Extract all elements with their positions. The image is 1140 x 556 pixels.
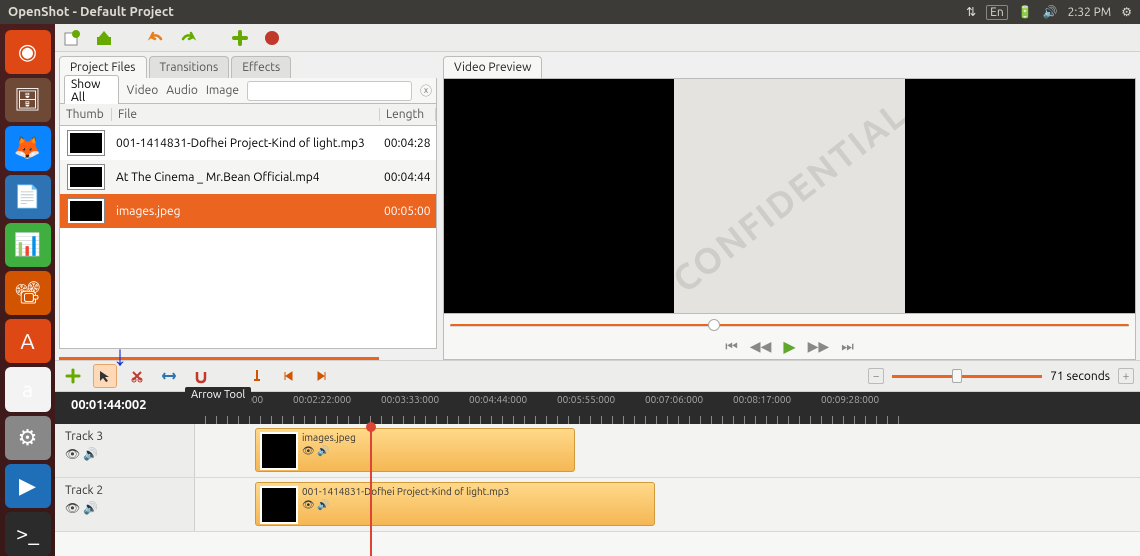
ruler-mark: 00:05:55:000 <box>557 394 615 405</box>
file-length: 00:04:28 <box>380 137 436 150</box>
ruler-mark: 00:07:06:000 <box>645 394 703 405</box>
col-file[interactable]: File <box>112 108 380 121</box>
clip-name: images.jpeg <box>302 432 356 443</box>
file-row[interactable]: At The Cinema _ Mr.Bean Official.mp400:0… <box>60 160 436 194</box>
razor-tool-button[interactable] <box>125 364 149 388</box>
window-title: OpenShot - Default Project <box>8 5 174 19</box>
ruler-mark: 00:03:33:000 <box>381 394 439 405</box>
zoom-out-button[interactable]: − <box>868 368 884 384</box>
track-toggles[interactable]: 👁 🔊 <box>65 501 184 515</box>
step-back-button[interactable]: ◀◀ <box>750 338 772 355</box>
jump-start-button[interactable]: ⏮ <box>725 338 738 355</box>
tab-transitions[interactable]: Transitions <box>149 56 230 78</box>
col-thumb[interactable]: Thumb <box>60 108 112 121</box>
play-button[interactable]: ▶ <box>783 337 795 356</box>
track-name: Track 3 <box>65 430 184 443</box>
filter-video[interactable]: Video <box>127 84 159 97</box>
file-name: At The Cinema _ Mr.Bean Official.mp4 <box>112 171 380 184</box>
clip[interactable]: images.jpeg👁 🔊 <box>255 428 575 472</box>
undo-button[interactable] <box>145 27 167 49</box>
timeline: 00:01:44:002 00:01:11:00000:02:22:00000:… <box>55 392 1140 556</box>
record-button[interactable] <box>261 27 283 49</box>
track-name: Track 2 <box>65 484 184 497</box>
marker-button[interactable] <box>245 364 269 388</box>
clip[interactable]: 001-1414831-Dofhei Project-Kind of light… <box>255 482 655 526</box>
file-length: 00:04:44 <box>380 171 436 184</box>
new-project-button[interactable] <box>61 27 83 49</box>
launcher-calc[interactable]: 📊 <box>5 223 51 267</box>
clear-search-icon[interactable]: ⓧ <box>420 82 432 99</box>
track: Track 2 👁 🔊 001-1414831-Dofhei Project-Kin… <box>55 478 1140 532</box>
launcher-amazon[interactable]: a <box>5 367 51 411</box>
file-list: 001-1414831-Dofhei Project-Kind of light… <box>59 126 437 349</box>
file-row[interactable]: 001-1414831-Dofhei Project-Kind of light… <box>60 126 436 160</box>
gear-icon[interactable]: ⚙ <box>1121 5 1132 19</box>
file-name: 001-1414831-Dofhei Project-Kind of light… <box>112 137 380 150</box>
file-row[interactable]: images.jpeg00:05:00 <box>60 194 436 228</box>
resize-tool-button[interactable] <box>157 364 181 388</box>
show-all-button[interactable]: Show All <box>64 75 119 107</box>
launcher-writer[interactable]: 📄 <box>5 175 51 219</box>
seek-slider[interactable] <box>450 318 1129 334</box>
playhead-time: 00:01:44:002 <box>71 398 147 412</box>
video-preview: CONFIDENTIAL <box>443 78 1136 314</box>
search-input[interactable] <box>247 81 412 101</box>
col-length[interactable]: Length <box>380 108 436 121</box>
main-toolbar <box>55 24 1140 52</box>
zoom-label: 71 seconds <box>1050 370 1110 383</box>
ruler-mark: 00:02:22:000 <box>293 394 351 405</box>
launcher-media[interactable]: ▶ <box>5 464 51 508</box>
add-track-button[interactable] <box>61 364 85 388</box>
zoom-in-button[interactable]: + <box>1118 368 1134 384</box>
arrow-tool-button[interactable] <box>93 364 117 388</box>
battery-icon[interactable]: 🔋 <box>1018 5 1033 19</box>
prev-marker-button[interactable] <box>277 364 301 388</box>
track-toggles[interactable]: 👁 🔊 <box>65 447 184 461</box>
launcher-firefox[interactable]: 🦊 <box>5 126 51 170</box>
track: Track 3 👁 🔊 images.jpeg👁 🔊 <box>55 424 1140 478</box>
launcher: ◉🗄🦊 📄📊📽Aa ⚙▶>_ <box>0 24 55 556</box>
file-name: images.jpeg <box>112 205 380 218</box>
redo-button[interactable] <box>177 27 199 49</box>
next-marker-button[interactable] <box>309 364 333 388</box>
launcher-terminal[interactable]: >_ <box>5 512 51 556</box>
tooltip: Arrow Tool <box>185 387 251 403</box>
launcher-files[interactable]: 🗄 <box>5 78 51 122</box>
save-button[interactable] <box>93 27 115 49</box>
filter-audio[interactable]: Audio <box>166 84 198 97</box>
watermark: CONFIDENTIAL <box>674 92 904 300</box>
snap-button[interactable] <box>189 364 213 388</box>
sound-icon[interactable]: 🔊 <box>1043 5 1058 19</box>
playhead[interactable] <box>370 424 372 556</box>
add-button[interactable] <box>229 27 251 49</box>
ruler-mark: 00:09:28:000 <box>821 394 879 405</box>
ruler-mark: 00:04:44:000 <box>469 394 527 405</box>
network-icon[interactable]: ⇅ <box>966 5 976 19</box>
launcher-software[interactable]: A <box>5 319 51 363</box>
launcher-impress[interactable]: 📽 <box>5 271 51 315</box>
tab-effects[interactable]: Effects <box>231 56 291 78</box>
step-forward-button[interactable]: ▶▶ <box>808 338 830 355</box>
jump-end-button[interactable]: ⏭ <box>841 338 854 355</box>
launcher-settings[interactable]: ⚙ <box>5 416 51 460</box>
tab-video-preview[interactable]: Video Preview <box>443 56 542 78</box>
launcher-dash[interactable]: ◉ <box>5 30 51 74</box>
filter-image[interactable]: Image <box>206 84 239 97</box>
timeline-toolbar: Arrow Tool − 71 seconds + <box>55 360 1140 392</box>
clip-name: 001-1414831-Dofhei Project-Kind of light… <box>302 486 509 497</box>
file-length: 00:05:00 <box>380 205 436 218</box>
zoom-slider[interactable] <box>892 375 1042 378</box>
ruler-mark: 00:08:17:000 <box>733 394 791 405</box>
lang-indicator[interactable]: En <box>986 5 1008 20</box>
clock[interactable]: 2:32 PM <box>1068 6 1112 19</box>
